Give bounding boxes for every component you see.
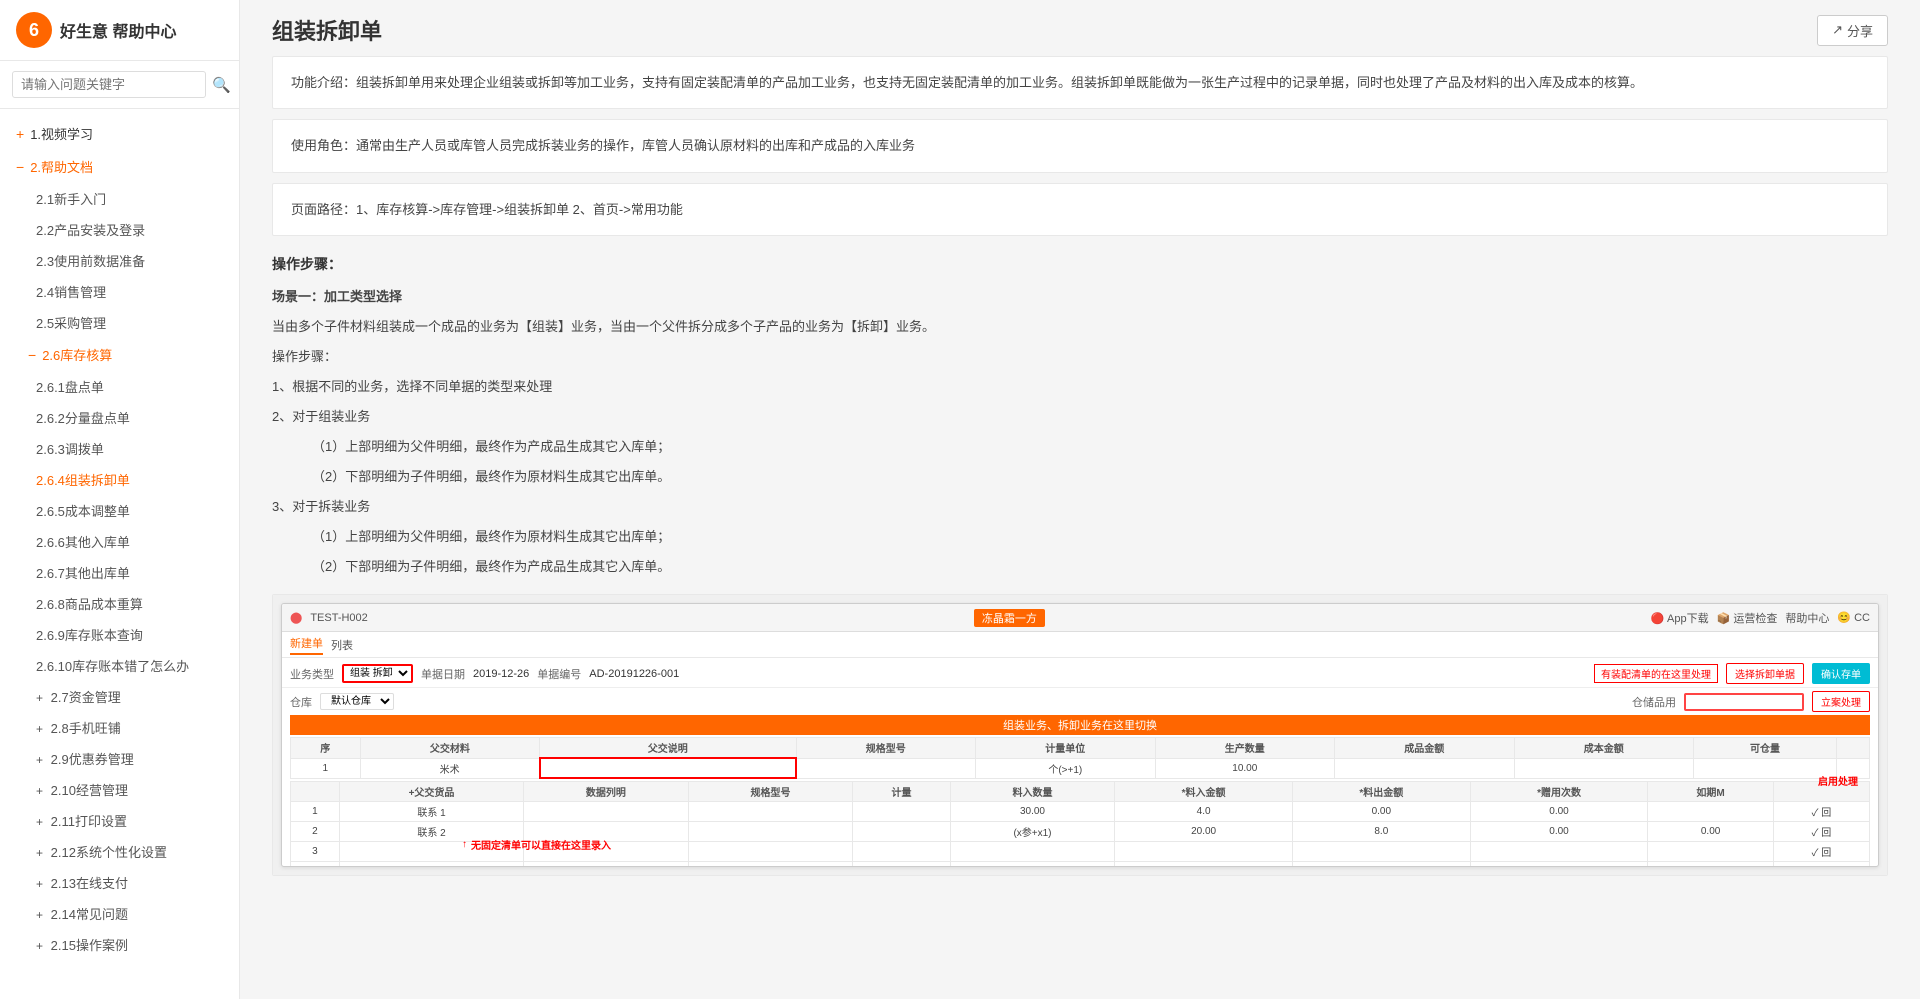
sidebar: 6 好生意 帮助中心 🔍 + 1.视频学习 − 2.帮助文档 2.1新手入门 2… [0,0,240,999]
page-title: 组装拆卸单 [272,14,382,46]
sidebar-item-213[interactable]: + 2.13在线支付 [0,867,239,898]
sidebar-item-266[interactable]: 2.6.6其他入库单 [0,526,239,557]
sidebar-item-24[interactable]: 2.4销售管理 [0,276,239,307]
sidebar-item-29[interactable]: + 2.9优惠券管理 [0,743,239,774]
search-box: 🔍 [0,61,239,109]
sidebar-item-28[interactable]: + 2.8手机旺铺 [0,712,239,743]
scene1-desc: 当由多个子件材料组装成一个成品的业务为【组装】业务，当由一个父件拆分成多个子产品… [272,314,1888,340]
sim-apply-btn[interactable]: 立案处理 [1812,691,1870,712]
minus-icon-26: − [28,347,36,363]
step2: 2、对于组装业务 [272,404,1888,430]
sidebar-item-27[interactable]: + 2.7资金管理 [0,681,239,712]
search-input[interactable] [12,71,206,98]
sim-form-row2: 仓库 默认仓库 仓储品用 立案处理 [282,688,1878,715]
sidebar-item-2610[interactable]: 2.6.10库存账本错了怎么办 [0,650,239,681]
sidebar-item-215[interactable]: + 2.15操作案例 [0,929,239,960]
sim-table-top: 序父交材料父交说明规格型号计量单位生产数量成品金额成本金额可仓量 1 米术 个(… [290,737,1870,779]
sim-tab-active: 新建单 [290,635,323,655]
sidebar-item-264[interactable]: 2.6.4组装拆卸单 [0,464,239,495]
sim-table-bottom: +父交货品数据列明规格型号计量料入数量*料入金额*料出金额*赠用次数如期M 1联… [290,781,1870,867]
sim-select-bill-btn[interactable]: 选择拆卸单据 [1726,663,1804,684]
sim-warehouse[interactable]: 默认仓库 [320,693,394,710]
main-header: 组装拆卸单 ↗ 分享 [240,0,1920,56]
main-panel: 组装拆卸单 ↗ 分享 功能介绍：组装拆卸单用来处理企业组装或拆卸等加工业务，支持… [240,0,1920,999]
intro-block-1: 功能介绍：组装拆卸单用来处理企业组装或拆卸等加工业务，支持有固定装配清单的产品加… [272,56,1888,109]
sidebar-item-25[interactable]: 2.5采购管理 [0,307,239,338]
step1: 1、根据不同的业务，选择不同单据的类型来处理 [272,374,1888,400]
content-area: 功能介绍：组装拆卸单用来处理企业组装或拆卸等加工业务，支持有固定装配清单的产品加… [240,56,1920,999]
search-icon[interactable]: 🔍 [212,76,231,94]
sidebar-item-263[interactable]: 2.6.3调拨单 [0,433,239,464]
minus-icon: − [16,159,24,175]
sidebar-item-212[interactable]: + 2.12系统个性化设置 [0,836,239,867]
ann-label-1: 有装配清单的在这里处理 [1594,664,1718,683]
share-button[interactable]: ↗ 分享 [1817,15,1888,46]
sidebar-item-docs[interactable]: − 2.帮助文档 [0,150,239,183]
sidebar-item-214[interactable]: + 2.14常见问题 [0,898,239,929]
step2-1: （1）上部明细为父件明细，最终作为产成品生成其它入库单； [312,434,1888,460]
sidebar-item-23[interactable]: 2.3使用前数据准备 [0,245,239,276]
sidebar-item-268[interactable]: 2.6.8商品成本重算 [0,588,239,619]
plus-icon: + [16,126,24,142]
sim-td-input[interactable] [638,763,698,774]
sidebar-item-video[interactable]: + 1.视频学习 [0,117,239,150]
step2-2: （2）下部明细为子件明细，最终作为原材料生成其它出库单。 [312,464,1888,490]
steps-title: 操作步骤： [272,254,1888,274]
ann-label-3: 启用处理 [1818,773,1858,788]
sim-tab-list: 列表 [331,637,353,653]
sim-org-badge: 冻晶霜一方 [974,609,1045,627]
sidebar-item-262[interactable]: 2.6.2分量盘点单 [0,402,239,433]
sidebar-item-269[interactable]: 2.6.9库存账本查询 [0,619,239,650]
logo-text: 好生意 帮助中心 [60,18,176,42]
screenshot-container: ⬤ TEST-H002 冻晶霜一方 🔴 App下载 📦 运营检查 帮助中心 😊 … [272,594,1888,876]
sidebar-item-261[interactable]: 2.6.1盘点单 [0,371,239,402]
logo-icon: 6 [16,12,52,48]
sim-topbar: ⬤ TEST-H002 冻晶霜一方 🔴 App下载 📦 运营检查 帮助中心 😊 … [282,604,1878,632]
sim-warehouse-use[interactable] [1684,693,1804,711]
sidebar-nav: + 1.视频学习 − 2.帮助文档 2.1新手入门 2.2产品安装及登录 2.3… [0,109,239,999]
share-icon: ↗ [1832,22,1843,38]
sidebar-item-210[interactable]: + 2.10经营管理 [0,774,239,805]
intro-block-2: 使用角色：通常由生产人员或库管人员完成拆装业务的操作，库管人员确认原材料的出库和… [272,119,1888,172]
sidebar-item-21[interactable]: 2.1新手入门 [0,183,239,214]
sim-type-toggle-bar: 组装业务、拆卸业务在这里切换 [290,715,1870,735]
ann-label-4: ↑ 无固定清单可以直接在这里录入 [462,837,611,852]
step3-2: （2）下部明细为子件明细，最终作为产成品生成其它入库单。 [312,554,1888,580]
scene1-title: 场景一：加工类型选择 [272,284,1888,310]
sim-form-row1: 业务类型 组装 拆卸 单据日期 2019-12-26 单据编号 AD-20191… [282,660,1878,688]
screenshot-image: ⬤ TEST-H002 冻晶霜一方 🔴 App下载 📦 运营检查 帮助中心 😊 … [273,595,1887,875]
step3: 3、对于拆装业务 [272,494,1888,520]
step3-1: （1）上部明细为父件明细，最终作为原材料生成其它出库单； [312,524,1888,550]
ops-title: 操作步骤： [272,344,1888,370]
logo-area: 6 好生意 帮助中心 [0,0,239,61]
sidebar-item-211[interactable]: + 2.11打印设置 [0,805,239,836]
path-block: 页面路径：1、库存核算->库存管理->组装拆卸单 2、首页->常用功能 [272,183,1888,236]
sidebar-item-267[interactable]: 2.6.7其他出库单 [0,557,239,588]
sim-business-type[interactable]: 组装 拆卸 [342,664,413,683]
sim-confirm-btn[interactable]: 确认存单 [1812,663,1870,684]
sidebar-item-22[interactable]: 2.2产品安装及登录 [0,214,239,245]
sidebar-item-265[interactable]: 2.6.5成本调整单 [0,495,239,526]
sidebar-item-26[interactable]: − 2.6库存核算 [0,338,239,371]
